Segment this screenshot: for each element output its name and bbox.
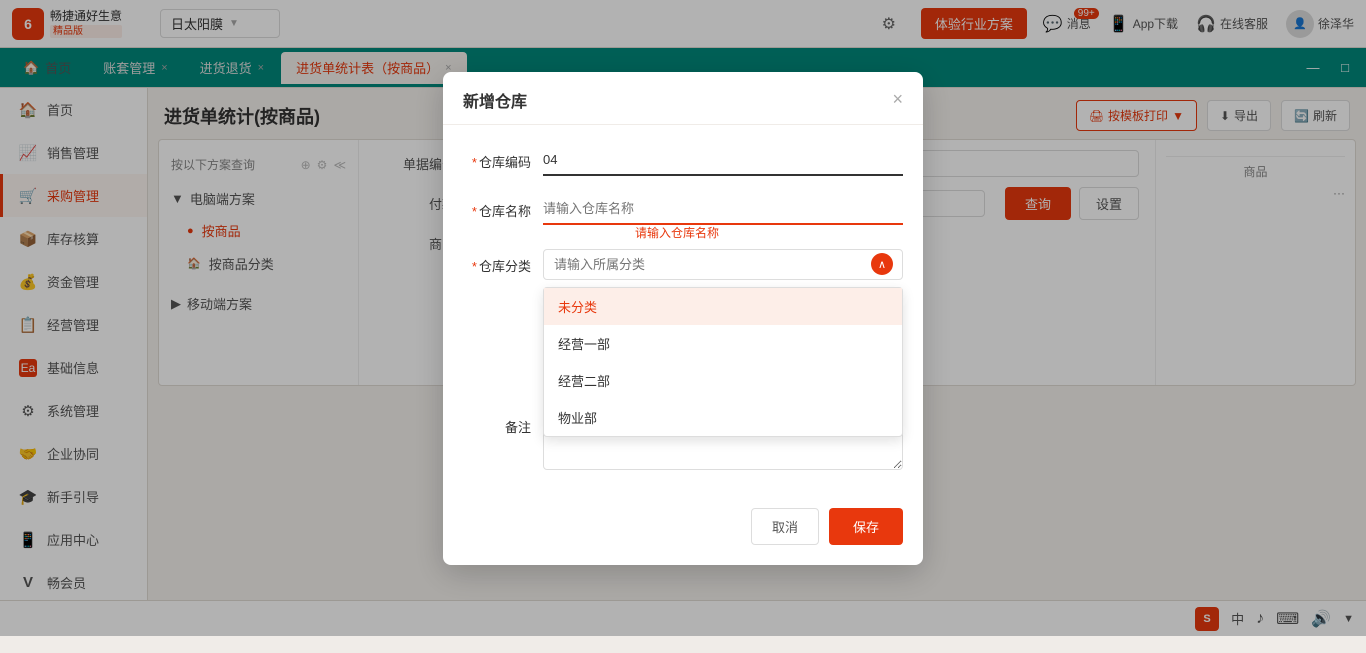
modal-header: 新增仓库 × <box>443 72 923 125</box>
category-input[interactable] <box>543 249 903 280</box>
category-dropdown-list: 未分类 经营一部 经营二部 物业部 <box>543 287 903 437</box>
name-error-message: 请输入仓库名称 <box>635 224 719 241</box>
warehouse-name-input[interactable] <box>543 194 903 225</box>
modal-close-button[interactable]: × <box>892 89 903 110</box>
dropdown-option-dept1[interactable]: 经营一部 <box>544 325 902 362</box>
modal-overlay: 新增仓库 × 仓库编码 仓库名称 请输入仓库名称 仓库分类 <box>0 0 1366 636</box>
warehouse-code-row: 仓库编码 <box>463 145 903 176</box>
new-warehouse-modal: 新增仓库 × 仓库编码 仓库名称 请输入仓库名称 仓库分类 <box>443 72 923 565</box>
cancel-button[interactable]: 取消 <box>751 508 819 545</box>
code-label: 仓库编码 <box>463 145 543 171</box>
category-label: 仓库分类 <box>463 249 543 275</box>
name-input-wrapper: 请输入仓库名称 <box>543 194 903 225</box>
dropdown-option-dept2[interactable]: 经营二部 <box>544 362 902 399</box>
category-dropdown-wrapper: ∧ 未分类 经营一部 经营二部 物业部 <box>543 249 903 280</box>
modal-footer: 取消 保存 <box>443 498 923 545</box>
name-label: 仓库名称 <box>463 194 543 220</box>
warehouse-code-input[interactable] <box>543 145 903 176</box>
dropdown-option-unclassified[interactable]: 未分类 <box>544 288 902 325</box>
warehouse-name-row: 仓库名称 请输入仓库名称 <box>463 194 903 225</box>
warehouse-category-row: 仓库分类 ∧ 未分类 经营一部 经营二部 物业部 <box>463 249 903 280</box>
notes-label: 备注 <box>463 410 543 436</box>
save-button[interactable]: 保存 <box>829 508 903 545</box>
dropdown-option-dept3[interactable]: 物业部 <box>544 399 902 436</box>
dropdown-toggle-button[interactable]: ∧ <box>871 253 893 275</box>
modal-title: 新增仓库 <box>463 88 527 112</box>
modal-body: 仓库编码 仓库名称 请输入仓库名称 仓库分类 ∧ 未分类 <box>443 125 923 498</box>
